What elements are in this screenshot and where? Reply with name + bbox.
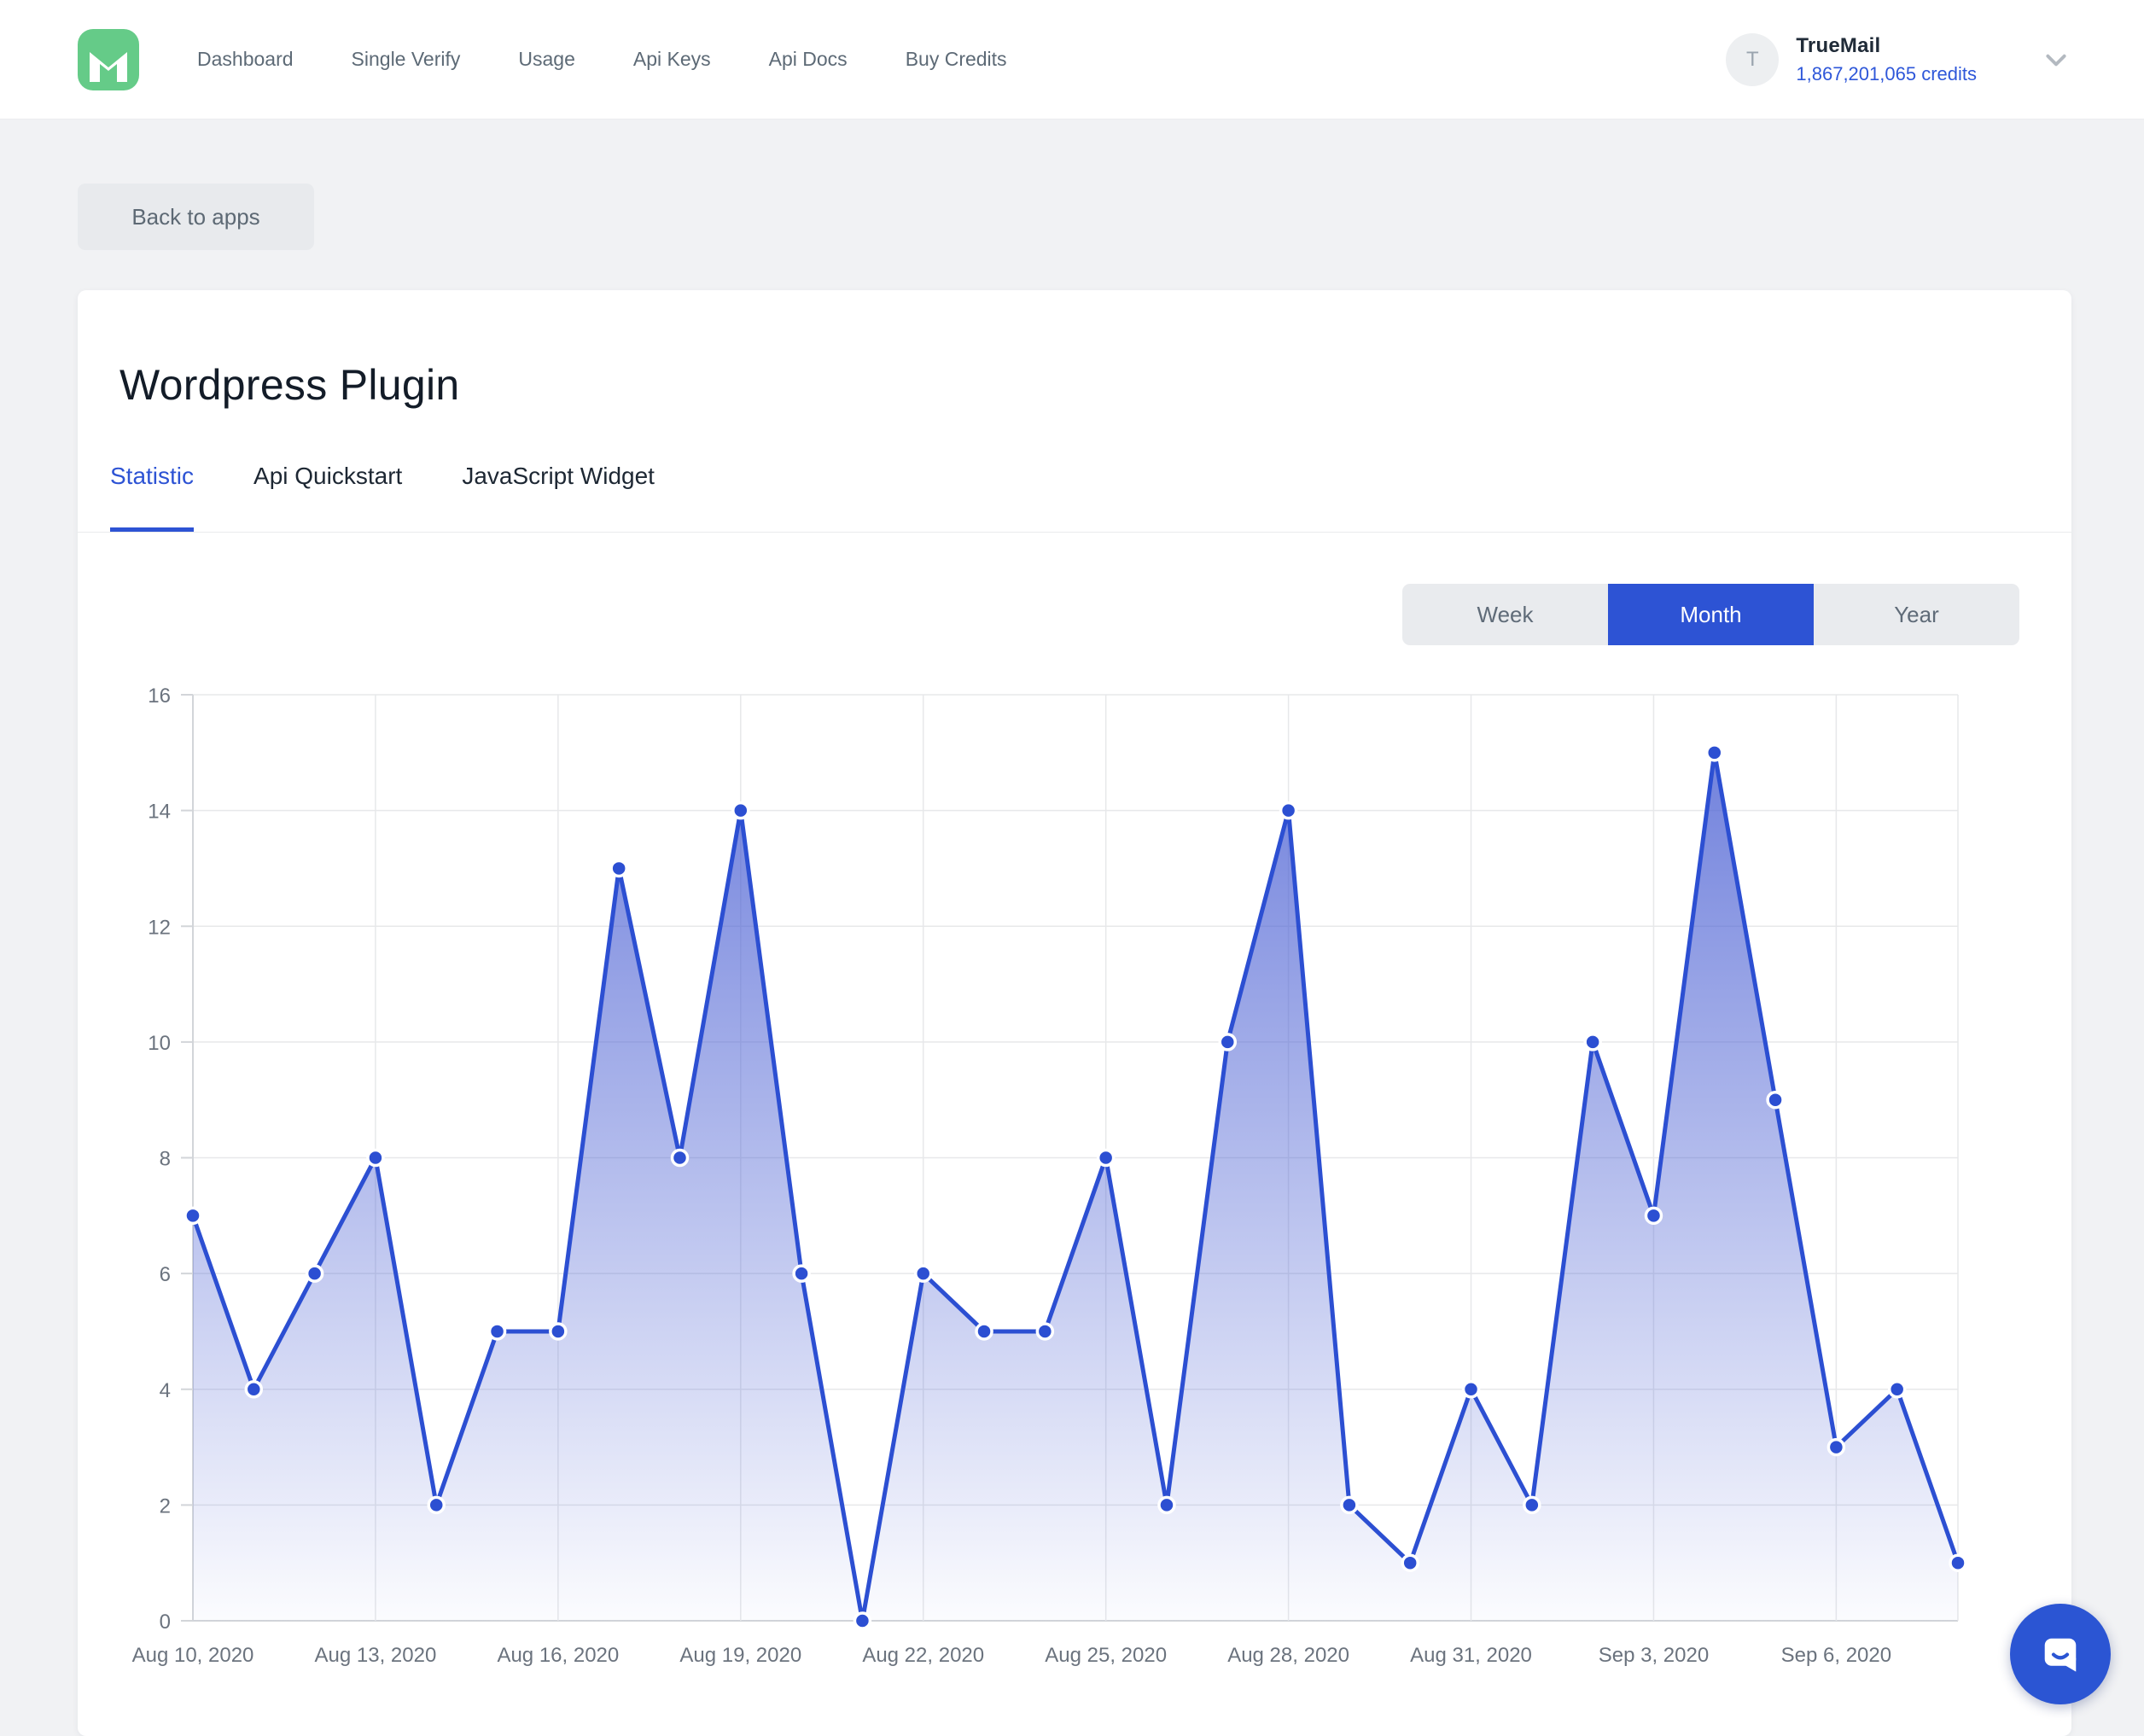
svg-text:Aug 16, 2020: Aug 16, 2020 <box>497 1644 619 1667</box>
nav-api-docs[interactable]: Api Docs <box>769 48 848 71</box>
range-month-button[interactable]: Month <box>1608 584 1814 645</box>
svg-text:10: 10 <box>148 1032 171 1055</box>
mail-m-logo-icon <box>90 51 127 82</box>
svg-text:8: 8 <box>160 1148 171 1171</box>
tab-statistic[interactable]: Statistic <box>110 463 195 532</box>
chat-bubble-icon <box>2044 1638 2077 1672</box>
usage-area-chart: 0 2 4 6 8 10 12 14 16 Aug 10, 2020 Aug 13, 2020 Aug… <box>132 684 1967 1667</box>
avatar: T <box>1726 32 1780 86</box>
nav-dashboard[interactable]: Dashboard <box>197 48 294 71</box>
svg-text:12: 12 <box>148 916 171 939</box>
svg-text:Aug 19, 2020: Aug 19, 2020 <box>679 1644 801 1667</box>
nav-usage[interactable]: Usage <box>518 48 574 71</box>
account-credits[interactable]: 1,867,201,065 credits <box>1796 63 1977 85</box>
svg-text:Aug 31, 2020: Aug 31, 2020 <box>1410 1644 1532 1667</box>
svg-text:Sep 3, 2020: Sep 3, 2020 <box>1599 1644 1709 1667</box>
svg-text:Aug 28, 2020: Aug 28, 2020 <box>1227 1644 1349 1667</box>
usage-chart: 0 2 4 6 8 10 12 14 16 Aug 10, 2020 Aug 13, 2020 Aug… <box>85 666 2014 1698</box>
nav-buy-credits[interactable]: Buy Credits <box>906 48 1007 71</box>
main-nav: Dashboard Single Verify Usage Api Keys A… <box>197 48 1007 71</box>
range-toggle: Week Month Year <box>1402 584 2019 645</box>
nav-single-verify[interactable]: Single Verify <box>352 48 461 71</box>
svg-text:6: 6 <box>160 1263 171 1286</box>
svg-text:4: 4 <box>160 1379 171 1402</box>
range-week-button[interactable]: Week <box>1402 584 1608 645</box>
svg-text:Aug 10, 2020: Aug 10, 2020 <box>132 1644 254 1667</box>
range-year-button[interactable]: Year <box>1814 584 2019 645</box>
svg-text:Sep 6, 2020: Sep 6, 2020 <box>1781 1644 1891 1667</box>
chat-launcher-button[interactable] <box>2010 1604 2111 1704</box>
tab-javascript-widget[interactable]: JavaScript Widget <box>462 463 655 532</box>
tab-api-quickstart[interactable]: Api Quickstart <box>253 463 402 532</box>
truemail-logo[interactable] <box>78 28 139 90</box>
svg-text:Aug 22, 2020: Aug 22, 2020 <box>862 1644 984 1667</box>
nav-api-keys[interactable]: Api Keys <box>633 48 711 71</box>
chevron-down-icon[interactable] <box>2043 47 2069 73</box>
app-statistics-card: Wordpress Plugin Statistic Api Quickstar… <box>78 290 2071 1736</box>
svg-text:Aug 13, 2020: Aug 13, 2020 <box>315 1644 437 1667</box>
account-menu[interactable]: T TrueMail 1,867,201,065 credits <box>1726 32 2069 86</box>
back-to-apps-button[interactable]: Back to apps <box>78 184 314 250</box>
account-name: TrueMail <box>1796 33 1881 57</box>
tabs-row: Statistic Api Quickstart JavaScript Widg… <box>78 463 2071 533</box>
account-info: TrueMail 1,867,201,065 credits <box>1796 34 1977 85</box>
avatar-initial: T <box>1746 47 1759 71</box>
svg-text:Aug 25, 2020: Aug 25, 2020 <box>1045 1644 1167 1667</box>
svg-text:0: 0 <box>160 1611 171 1634</box>
svg-text:14: 14 <box>148 801 171 824</box>
top-nav-bar: Dashboard Single Verify Usage Api Keys A… <box>0 0 2144 119</box>
svg-text:2: 2 <box>160 1494 171 1518</box>
page-title: Wordpress Plugin <box>119 361 460 409</box>
svg-text:16: 16 <box>148 684 171 708</box>
